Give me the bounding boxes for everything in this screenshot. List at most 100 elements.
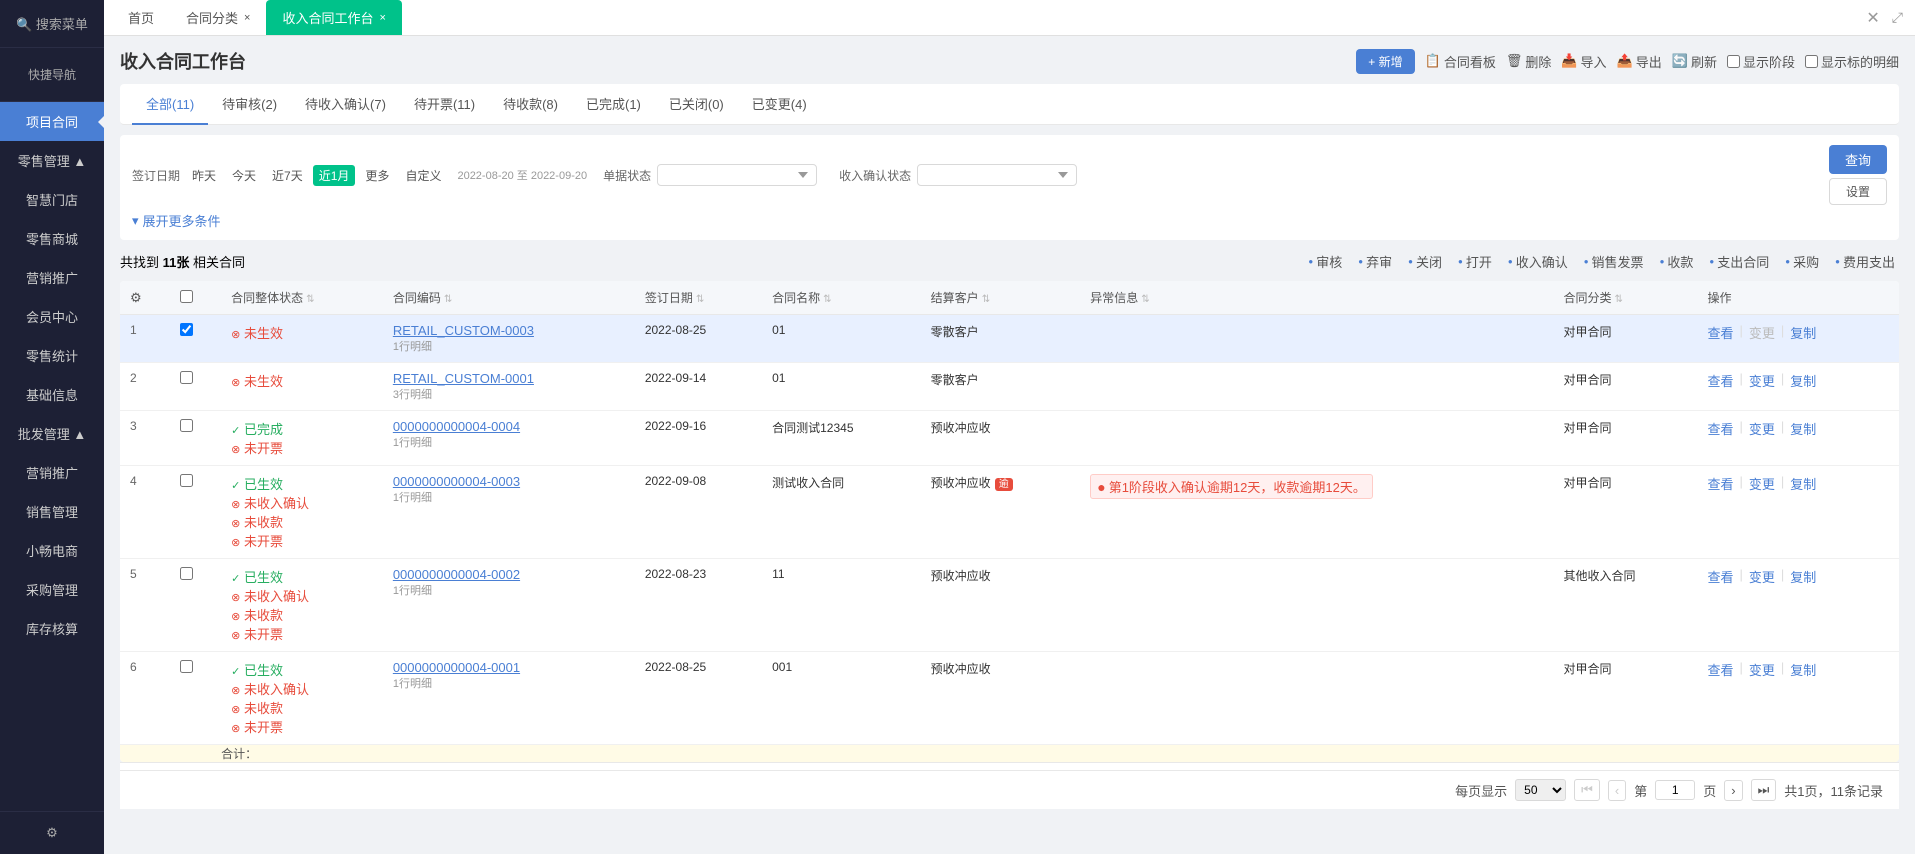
show-detail-input[interactable] (1805, 55, 1818, 68)
tab-close-income_workbench[interactable]: × (379, 12, 385, 24)
action-btn-sales_invoice[interactable]: ● 销售发票 (1580, 250, 1648, 273)
cell-checkbox-3[interactable] (170, 466, 222, 559)
show-stage-input[interactable] (1727, 55, 1740, 68)
cell-checkbox-0[interactable] (170, 315, 222, 363)
query-button[interactable]: 查询 (1829, 145, 1887, 174)
contract-board-button[interactable]: 📋 合同看板 (1425, 52, 1496, 71)
filter-tab-pending_payment[interactable]: 待收款(8) (489, 84, 572, 125)
sidebar-item-inventory[interactable]: 库存核算 (0, 609, 104, 648)
sidebar-item-project[interactable]: 项目合同 (0, 102, 104, 141)
doc-status-select[interactable] (657, 164, 817, 186)
sidebar-gear-button[interactable]: ⚙ (0, 812, 104, 854)
filter-tab-completed[interactable]: 已完成(1) (572, 84, 655, 125)
sidebar-item-wholesale[interactable]: 批发管理 ▲ (0, 414, 104, 453)
sidebar-item-base_info[interactable]: 基础信息 (0, 375, 104, 414)
action-btn-review[interactable]: ● 审核 (1304, 250, 1346, 273)
per-page-select[interactable]: 102050100 (1515, 779, 1566, 801)
op-btn-变更-5[interactable]: 变更 (1749, 660, 1775, 679)
contract-link-4[interactable]: 0000000000004-0002 (393, 567, 625, 582)
next-page-button[interactable]: › (1724, 780, 1742, 801)
op-btn-变更-4[interactable]: 变更 (1749, 567, 1775, 586)
sidebar-item-sales_mgmt[interactable]: 销售管理 (0, 492, 104, 531)
row-checkbox-3[interactable] (180, 474, 193, 487)
contract-link-1[interactable]: RETAIL_CUSTOM-0001 (393, 371, 625, 386)
first-page-button[interactable]: ⏮ (1574, 779, 1600, 801)
filter-tab-closed[interactable]: 已关闭(0) (655, 84, 738, 125)
action-btn-expense_contract[interactable]: ● 支出合同 (1705, 250, 1773, 273)
show-stage-checkbox[interactable]: 显示阶段 (1727, 52, 1795, 71)
sidebar-item-retail[interactable]: 零售管理 ▲ (0, 141, 104, 180)
cell-checkbox-5[interactable] (170, 652, 222, 745)
op-btn-查看-0[interactable]: 查看 (1707, 323, 1733, 342)
last-page-button[interactable]: ⏭ (1751, 779, 1777, 801)
action-btn-expense_out[interactable]: ● 费用支出 (1831, 250, 1899, 273)
sidebar-item-purchase[interactable]: 采购管理 (0, 570, 104, 609)
contract-link-3[interactable]: 0000000000004-0003 (393, 474, 625, 489)
income-confirm-select[interactable] (917, 164, 1077, 186)
op-btn-复制-3[interactable]: 复制 (1790, 474, 1816, 493)
action-btn-payment[interactable]: ● 收款 (1656, 250, 1698, 273)
op-btn-查看-1[interactable]: 查看 (1707, 371, 1733, 390)
op-btn-查看-2[interactable]: 查看 (1707, 419, 1733, 438)
filter-tab-pending_review[interactable]: 待审核(2) (208, 84, 291, 125)
settings-button[interactable]: 设置 (1829, 178, 1887, 205)
date-btn-last7[interactable]: 近7天 (266, 165, 309, 186)
op-btn-复制-0[interactable]: 复制 (1790, 323, 1816, 342)
page-input[interactable] (1655, 780, 1695, 800)
import-button[interactable]: 📥 导入 (1561, 52, 1606, 71)
action-btn-income_confirm[interactable]: ● 收入确认 (1504, 250, 1572, 273)
filter-tab-changed[interactable]: 已变更(4) (738, 84, 821, 125)
action-btn-purchase[interactable]: ● 采购 (1781, 250, 1823, 273)
sidebar-item-retail_mall[interactable]: 零售商城 (0, 219, 104, 258)
row-checkbox-4[interactable] (180, 567, 193, 580)
row-checkbox-1[interactable] (180, 371, 193, 384)
select-all-checkbox[interactable] (180, 290, 193, 303)
date-btn-more[interactable]: 更多 (359, 165, 395, 186)
row-checkbox-2[interactable] (180, 419, 193, 432)
tab-income_workbench[interactable]: 收入合同工作台× (266, 0, 401, 35)
op-btn-复制-1[interactable]: 复制 (1790, 371, 1816, 390)
settings-icon[interactable]: ⚙ (130, 290, 142, 305)
prev-page-button[interactable]: ‹ (1608, 780, 1626, 801)
tab-close-contract_type[interactable]: × (244, 12, 250, 24)
op-btn-复制-2[interactable]: 复制 (1790, 419, 1816, 438)
row-checkbox-5[interactable] (180, 660, 193, 673)
op-btn-变更-1[interactable]: 变更 (1749, 371, 1775, 390)
row-checkbox-0[interactable] (180, 323, 193, 336)
sidebar-nav-label[interactable]: 快捷导航 (0, 58, 104, 91)
sidebar-search[interactable]: 🔍 搜索菜单 (0, 0, 104, 48)
contract-link-5[interactable]: 0000000000004-0001 (393, 660, 625, 675)
date-btn-today[interactable]: 今天 (226, 165, 262, 186)
sidebar-item-marketing[interactable]: 营销推广 (0, 258, 104, 297)
action-btn-open[interactable]: ● 打开 (1454, 250, 1496, 273)
tabbar-resize-button[interactable]: ⤢ (1888, 9, 1907, 26)
tabbar-close-button[interactable]: ✕ (1858, 8, 1887, 28)
op-btn-变更-3[interactable]: 变更 (1749, 474, 1775, 493)
contract-link-2[interactable]: 0000000000004-0004 (393, 419, 625, 434)
cell-checkbox-4[interactable] (170, 559, 222, 652)
show-detail-checkbox[interactable]: 显示标的明细 (1805, 52, 1899, 71)
op-btn-查看-4[interactable]: 查看 (1707, 567, 1733, 586)
date-btn-yesterday[interactable]: 昨天 (186, 165, 222, 186)
cell-checkbox-2[interactable] (170, 411, 222, 466)
sidebar-item-retail_stats[interactable]: 零售统计 (0, 336, 104, 375)
op-btn-变更-2[interactable]: 变更 (1749, 419, 1775, 438)
op-btn-查看-5[interactable]: 查看 (1707, 660, 1733, 679)
export-button[interactable]: 📤 导出 (1617, 52, 1662, 71)
op-btn-复制-4[interactable]: 复制 (1790, 567, 1816, 586)
delete-button[interactable]: 🗑 删除 (1506, 52, 1552, 71)
contract-link-0[interactable]: RETAIL_CUSTOM-0003 (393, 323, 625, 338)
filter-tab-pending_income_confirm[interactable]: 待收入确认(7) (291, 84, 400, 125)
sidebar-item-marketing2[interactable]: 营销推广 (0, 453, 104, 492)
action-btn-abandon[interactable]: ● 弃审 (1354, 250, 1396, 273)
refresh-button[interactable]: 🔄 刷新 (1672, 52, 1717, 71)
filter-tab-pending_invoice[interactable]: 待开票(11) (400, 84, 489, 125)
action-btn-close[interactable]: ● 关闭 (1404, 250, 1446, 273)
filter-tab-all[interactable]: 全部(11) (132, 84, 208, 125)
expand-conditions-button[interactable]: ▾ 展开更多条件 (132, 211, 1887, 230)
scroll-bar-hint[interactable] (120, 762, 1899, 770)
cell-checkbox-1[interactable] (170, 363, 222, 411)
new-button[interactable]: + 新增 (1356, 49, 1414, 74)
tab-home[interactable]: 首页 (112, 0, 170, 35)
op-btn-查看-3[interactable]: 查看 (1707, 474, 1733, 493)
